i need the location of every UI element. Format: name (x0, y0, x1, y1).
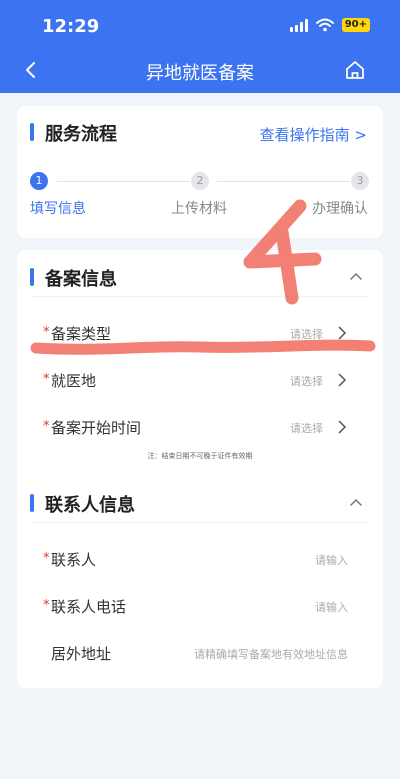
status-time: 12:29 (42, 16, 100, 37)
medical-location-value: 请选择 (290, 375, 323, 388)
contact-phone-input[interactable]: 请输入 (315, 599, 348, 615)
form-card: 备案信息 * 备案类型 请选择 * 就医地 请选择 * 备案开始时间 请选择 注… (17, 250, 383, 688)
signal-icon (289, 18, 308, 32)
required-mark: * (43, 598, 50, 613)
contact-phone-row[interactable]: * 联系人电话 请输入 (17, 587, 383, 627)
home-icon[interactable] (344, 59, 366, 81)
step-1-number: 1 (30, 172, 48, 190)
contact-person-row[interactable]: * 联系人 请输入 (17, 540, 383, 580)
service-flow-card: 服务流程 查看操作指南 > 1 2 3 填写信息 上传材料 办理确认 (17, 106, 383, 238)
step-connector (217, 181, 350, 182)
required-mark: * (43, 419, 50, 434)
step-3-label: 办理确认 (312, 201, 368, 217)
status-icons: 90+ (289, 18, 370, 32)
step-3-number: 3 (351, 172, 369, 190)
service-flow-title: 服务流程 (45, 124, 117, 145)
contact-info-header[interactable]: 联系人信息 (17, 481, 383, 521)
chevron-right-icon (338, 373, 347, 387)
step-2-number: 2 (191, 172, 209, 190)
filing-info-title: 备案信息 (45, 269, 117, 290)
section-accent-bar (30, 268, 34, 286)
step-1-label: 填写信息 (30, 201, 86, 217)
filing-type-row[interactable]: * 备案类型 请选择 (17, 314, 383, 354)
contact-person-input[interactable]: 请输入 (315, 552, 348, 568)
divider (31, 296, 369, 297)
medical-location-row[interactable]: * 就医地 请选择 (17, 361, 383, 401)
chevron-up-icon[interactable] (349, 269, 363, 283)
step-2-label: 上传材料 (171, 201, 227, 217)
required-mark: * (43, 372, 50, 387)
operation-guide-link[interactable]: 查看操作指南 > (260, 124, 367, 145)
step-connector (57, 181, 190, 182)
filing-start-time-row[interactable]: * 备案开始时间 请选择 (17, 408, 383, 448)
battery-indicator: 90+ (341, 18, 370, 32)
filing-start-time-value: 请选择 (290, 422, 323, 435)
filing-start-time-label: 备案开始时间 (51, 419, 142, 437)
app-header: 12:29 90+ 异地就医备案 (0, 0, 400, 93)
contact-person-label: 联系人 (51, 551, 97, 569)
section-accent-bar (30, 123, 34, 141)
required-mark: * (43, 325, 50, 340)
contact-phone-label: 联系人电话 (51, 598, 127, 616)
page-title: 异地就医备案 (146, 63, 254, 84)
filing-type-label: 备案类型 (51, 325, 112, 343)
service-flow-header: 服务流程 查看操作指南 > (17, 110, 383, 150)
residence-address-input[interactable]: 请精确填写备案地有效地址信息 (194, 646, 348, 662)
chevron-right-icon (338, 326, 347, 340)
divider (31, 522, 369, 523)
medical-location-label: 就医地 (51, 372, 97, 390)
wifi-icon (315, 18, 334, 32)
chevron-right-icon (338, 420, 347, 434)
section-accent-bar (30, 494, 34, 512)
contact-info-title: 联系人信息 (45, 495, 135, 516)
required-mark: * (43, 551, 50, 566)
filing-info-header[interactable]: 备案信息 (17, 255, 383, 295)
progress-steps: 1 2 3 填写信息 上传材料 办理确认 (17, 166, 383, 226)
residence-address-label: 居外地址 (51, 645, 112, 663)
chevron-up-icon[interactable] (349, 495, 363, 509)
end-date-note: 注：结束日期不可晚于证件有效期 (147, 452, 253, 460)
residence-address-row[interactable]: 居外地址 请精确填写备案地有效地址信息 (17, 634, 383, 674)
filing-type-value: 请选择 (290, 328, 323, 341)
